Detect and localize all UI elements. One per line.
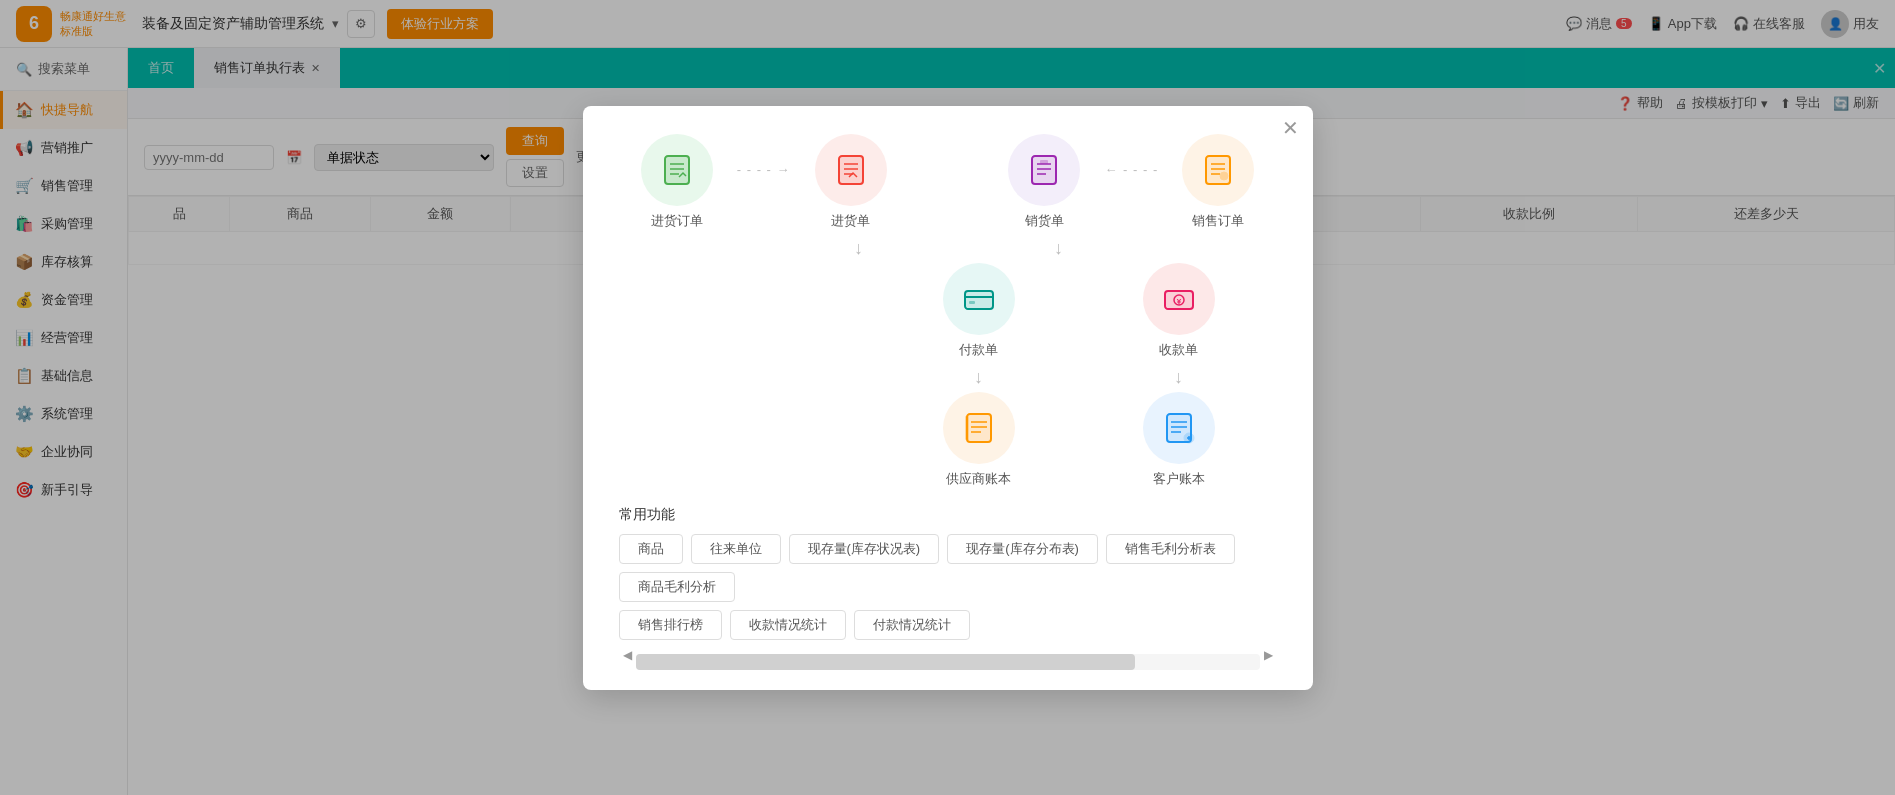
modal-close-button[interactable]: ✕ <box>1282 116 1299 140</box>
arrow-purchase-order-to-purchase: - - - - → <box>735 162 793 177</box>
flow-diagram: 进货订单 - - - - → 进货单 <box>619 134 1277 496</box>
supplier-ledger-label: 供应商账本 <box>946 470 1011 488</box>
modal-scrollbar-row: ◀ ▶ <box>619 640 1277 670</box>
payment-circle <box>943 263 1015 335</box>
scroll-right-arrow[interactable]: ▶ <box>1260 648 1277 662</box>
modal-scrollbar[interactable] <box>636 654 1260 670</box>
svg-point-21 <box>1220 172 1228 180</box>
func-btn-stock-status[interactable]: 现存量(库存状况表) <box>789 534 940 564</box>
flow-modal: ✕ 进货订单 - - - - → 进货单 <box>583 106 1313 690</box>
receipt-label: 收款单 <box>1159 341 1198 359</box>
flow-row-1: 进货订单 - - - - → 进货单 <box>619 134 1277 230</box>
func-btn-stock-dist[interactable]: 现存量(库存分布表) <box>947 534 1098 564</box>
down-arrow-sales: ↓ <box>999 238 1119 259</box>
flow-row-3: 供应商账本 客户账本 <box>619 392 1277 488</box>
func-buttons-row-1: 商品 往来单位 现存量(库存状况表) 现存量(库存分布表) 销售毛利分析表 商品… <box>619 534 1277 602</box>
payment-label: 付款单 <box>959 341 998 359</box>
func-btn-goods-profit[interactable]: 商品毛利分析 <box>619 572 735 602</box>
flow-node-payment[interactable]: 付款单 <box>919 263 1039 359</box>
func-btn-payment-stats[interactable]: 付款情况统计 <box>854 610 970 640</box>
common-funcs-section: 常用功能 商品 往来单位 现存量(库存状况表) 现存量(库存分布表) 销售毛利分… <box>619 506 1277 640</box>
func-btn-goods[interactable]: 商品 <box>619 534 683 564</box>
flow-node-purchase[interactable]: 进货单 <box>793 134 909 230</box>
down-arrow-receipt: ↓ <box>1119 367 1239 388</box>
purchase-order-circle <box>641 134 713 206</box>
down-arrow-payment: ↓ <box>919 367 1039 388</box>
func-buttons-row-2: 销售排行榜 收款情况统计 付款情况统计 <box>619 610 1277 640</box>
modal-overlay[interactable]: ✕ 进货订单 - - - - → 进货单 <box>0 0 1895 795</box>
svg-rect-15 <box>1040 160 1048 164</box>
flow-node-receipt[interactable]: ¥ 收款单 <box>1119 263 1239 359</box>
flow-node-customer-ledger[interactable]: 客户账本 <box>1119 392 1239 488</box>
svg-rect-0 <box>665 156 689 184</box>
purchase-label: 进货单 <box>831 212 870 230</box>
down-arrows-row: ↓ ↓ <box>619 238 1277 259</box>
svg-rect-35 <box>965 416 969 440</box>
flow-node-sales-order[interactable]: 销售订单 <box>1160 134 1276 230</box>
func-btn-sales-rank[interactable]: 销售排行榜 <box>619 610 722 640</box>
customer-ledger-circle <box>1143 392 1215 464</box>
supplier-ledger-circle <box>943 392 1015 464</box>
flow-row-2: 付款单 ¥ 收款单 <box>619 263 1277 359</box>
svg-rect-22 <box>965 291 993 309</box>
flow-node-supplier-ledger[interactable]: 供应商账本 <box>919 392 1039 488</box>
scroll-left-arrow[interactable]: ◀ <box>619 648 636 662</box>
down-arrow-purchase: ↓ <box>799 238 919 259</box>
customer-ledger-label: 客户账本 <box>1153 470 1205 488</box>
func-btn-partner[interactable]: 往来单位 <box>691 534 781 564</box>
func-btn-receipt-stats[interactable]: 收款情况统计 <box>730 610 846 640</box>
common-funcs-title: 常用功能 <box>619 506 1277 524</box>
svg-rect-30 <box>967 414 991 442</box>
svg-text:¥: ¥ <box>1176 297 1181 306</box>
receipt-circle: ¥ <box>1143 263 1215 335</box>
down-arrows-row-2: ↓ ↓ <box>619 367 1277 388</box>
purchase-order-label: 进货订单 <box>651 212 703 230</box>
sales-label: 销货单 <box>1025 212 1064 230</box>
svg-rect-25 <box>969 301 975 304</box>
arrow-sales-order-to-sales: ← - - - - <box>1102 162 1160 177</box>
purchase-circle <box>815 134 887 206</box>
sales-circle <box>1008 134 1080 206</box>
func-btn-sales-profit[interactable]: 销售毛利分析表 <box>1106 534 1235 564</box>
sales-order-label: 销售订单 <box>1192 212 1244 230</box>
flow-node-sales[interactable]: 销货单 <box>986 134 1102 230</box>
modal-scrollbar-thumb <box>636 654 1135 670</box>
svg-rect-5 <box>839 156 863 184</box>
sales-order-circle <box>1182 134 1254 206</box>
flow-node-purchase-order[interactable]: 进货订单 <box>619 134 735 230</box>
